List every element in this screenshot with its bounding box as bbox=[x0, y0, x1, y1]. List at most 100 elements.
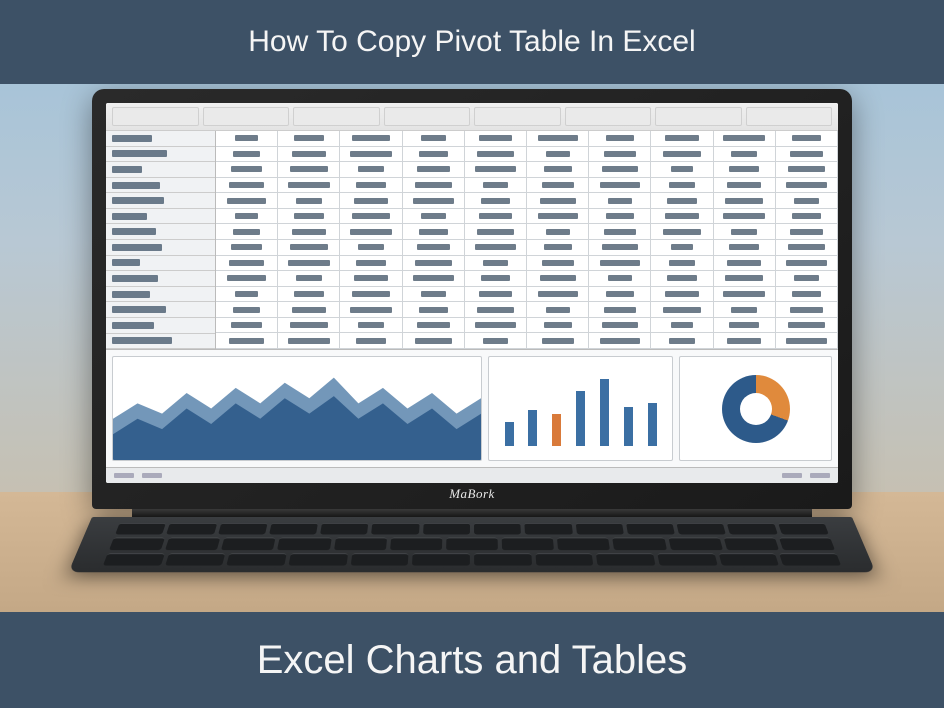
ribbon-group bbox=[203, 107, 290, 126]
cell bbox=[527, 178, 589, 194]
cell bbox=[589, 256, 651, 272]
bar bbox=[576, 391, 585, 446]
cell bbox=[340, 224, 402, 240]
cell bbox=[527, 147, 589, 163]
cell bbox=[340, 162, 402, 178]
excel-screen bbox=[106, 103, 838, 483]
cell bbox=[589, 193, 651, 209]
cell bbox=[651, 193, 713, 209]
cell bbox=[340, 256, 402, 272]
cell bbox=[776, 162, 838, 178]
cell bbox=[278, 256, 340, 272]
cell bbox=[403, 287, 465, 303]
cell bbox=[403, 318, 465, 334]
cell bbox=[714, 256, 776, 272]
cell bbox=[278, 333, 340, 349]
workbook bbox=[106, 131, 838, 349]
cell bbox=[403, 302, 465, 318]
cell bbox=[527, 209, 589, 225]
chart-row bbox=[106, 349, 838, 467]
ribbon-group bbox=[474, 107, 561, 126]
top-banner-title: How To Copy Pivot Table In Excel bbox=[248, 25, 695, 59]
cell bbox=[527, 318, 589, 334]
row-label-panel bbox=[106, 131, 216, 349]
cell bbox=[527, 287, 589, 303]
cell bbox=[340, 131, 402, 147]
cell bbox=[465, 302, 527, 318]
cell bbox=[465, 224, 527, 240]
bottom-banner-title: Excel Charts and Tables bbox=[257, 638, 688, 683]
cell bbox=[714, 162, 776, 178]
cell bbox=[403, 131, 465, 147]
cell bbox=[216, 147, 278, 163]
cell bbox=[340, 240, 402, 256]
cell bbox=[278, 131, 340, 147]
bar-chart bbox=[488, 356, 673, 461]
bar bbox=[600, 379, 609, 446]
cell bbox=[651, 240, 713, 256]
cell bbox=[403, 147, 465, 163]
cell bbox=[403, 209, 465, 225]
cell bbox=[278, 240, 340, 256]
cell bbox=[776, 271, 838, 287]
cell bbox=[776, 318, 838, 334]
cell bbox=[216, 318, 278, 334]
cell bbox=[278, 209, 340, 225]
cell bbox=[776, 240, 838, 256]
cell bbox=[714, 147, 776, 163]
cell bbox=[776, 224, 838, 240]
cell bbox=[216, 302, 278, 318]
cell bbox=[403, 178, 465, 194]
cell bbox=[714, 193, 776, 209]
area-chart bbox=[112, 356, 482, 461]
cell bbox=[465, 178, 527, 194]
cell bbox=[651, 256, 713, 272]
cell bbox=[216, 162, 278, 178]
cell bbox=[278, 193, 340, 209]
cell bbox=[340, 178, 402, 194]
cell bbox=[651, 131, 713, 147]
bar bbox=[648, 403, 657, 446]
cell bbox=[340, 302, 402, 318]
cell bbox=[340, 147, 402, 163]
cell bbox=[527, 131, 589, 147]
cell bbox=[651, 224, 713, 240]
cell bbox=[714, 302, 776, 318]
cell bbox=[651, 302, 713, 318]
cell bbox=[527, 193, 589, 209]
ribbon-group bbox=[384, 107, 471, 126]
cell bbox=[589, 318, 651, 334]
cell bbox=[651, 209, 713, 225]
cell bbox=[527, 271, 589, 287]
cell bbox=[465, 318, 527, 334]
cell bbox=[465, 287, 527, 303]
cell bbox=[465, 209, 527, 225]
cell bbox=[527, 302, 589, 318]
donut-chart bbox=[679, 356, 832, 461]
ribbon-group bbox=[112, 107, 199, 126]
cell bbox=[651, 162, 713, 178]
cell bbox=[527, 256, 589, 272]
cell bbox=[465, 147, 527, 163]
cell bbox=[651, 318, 713, 334]
cell bbox=[776, 178, 838, 194]
cell bbox=[465, 162, 527, 178]
laptop: MaBork bbox=[92, 89, 852, 587]
cell bbox=[340, 287, 402, 303]
cell bbox=[465, 193, 527, 209]
cell bbox=[651, 287, 713, 303]
cell bbox=[776, 302, 838, 318]
cell bbox=[403, 162, 465, 178]
cell bbox=[403, 193, 465, 209]
cell bbox=[776, 131, 838, 147]
cell bbox=[776, 333, 838, 349]
cell bbox=[340, 209, 402, 225]
cell bbox=[651, 147, 713, 163]
cell bbox=[216, 193, 278, 209]
cell bbox=[714, 271, 776, 287]
bar bbox=[624, 407, 633, 447]
grid-area bbox=[216, 131, 838, 349]
ribbon-group bbox=[655, 107, 742, 126]
cell bbox=[589, 209, 651, 225]
excel-ribbon bbox=[106, 103, 838, 131]
